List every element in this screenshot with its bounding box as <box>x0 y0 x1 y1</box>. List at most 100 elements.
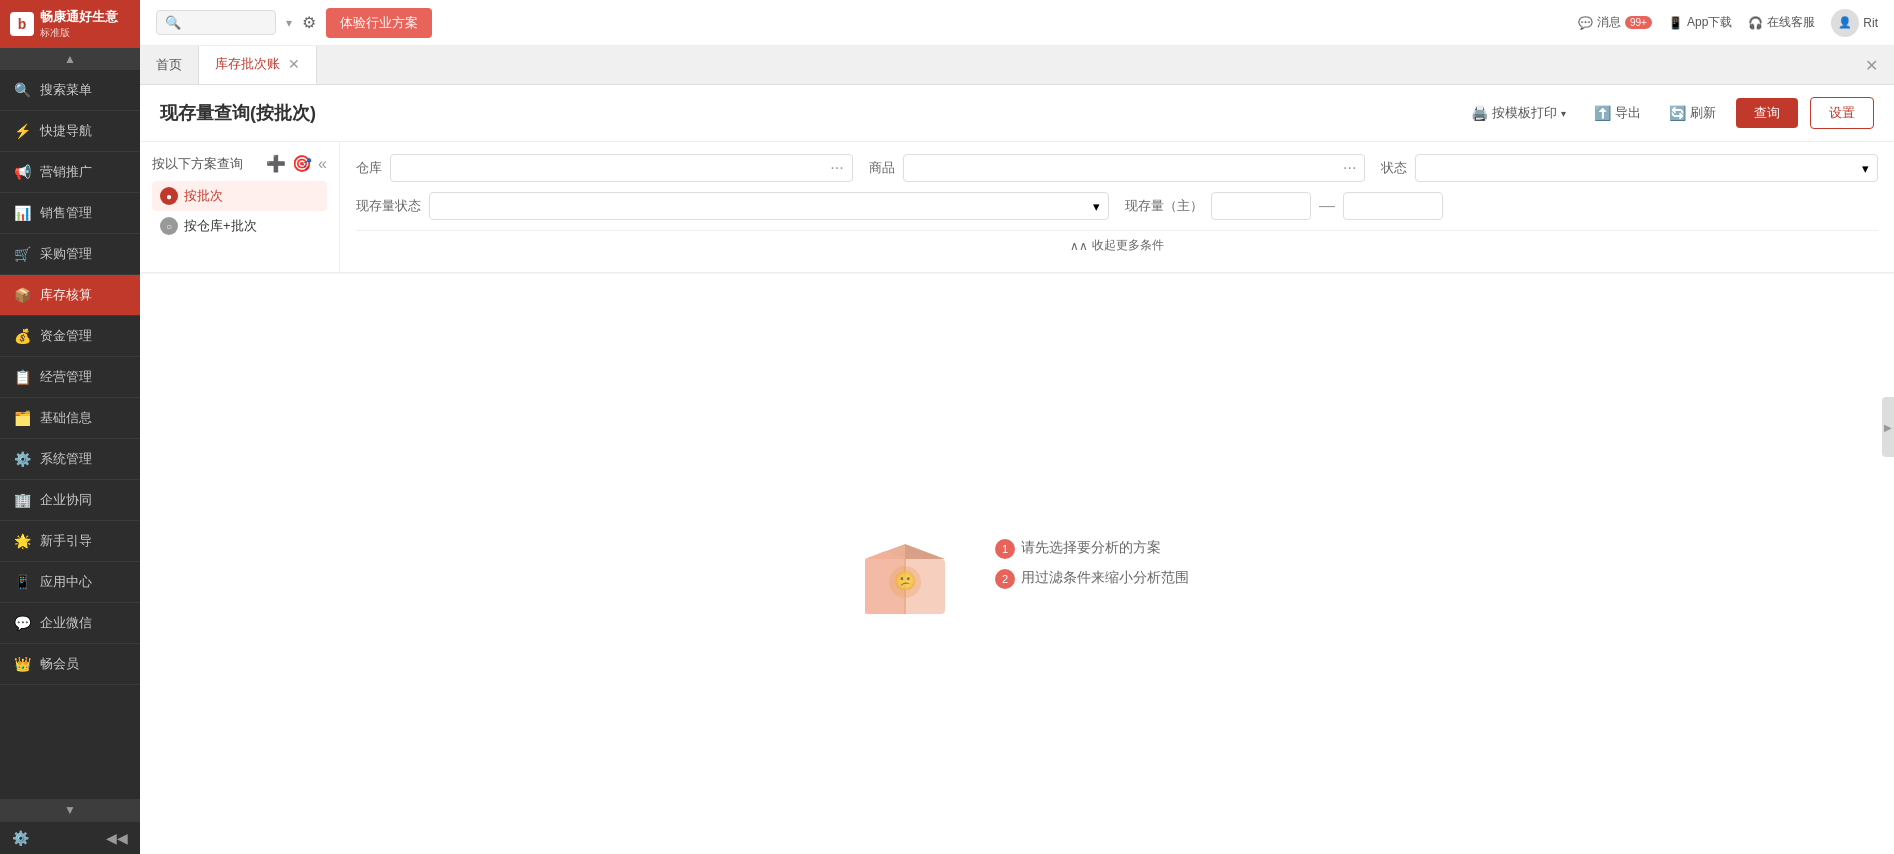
warehouse-input[interactable]: ··· <box>390 154 853 182</box>
sidebar-item-newuser[interactable]: 🌟 新手引导 <box>0 521 140 562</box>
quicknav-icon: ⚡ <box>12 121 32 141</box>
messages-label: 消息 <box>1597 14 1621 31</box>
sidebar-item-quicknav[interactable]: ⚡ 快捷导航 <box>0 111 140 152</box>
sidebar-item-wechat[interactable]: 💬 企业微信 <box>0 603 140 644</box>
wechat-icon: 💬 <box>12 613 32 633</box>
status-chevron-icon: ▾ <box>1862 161 1869 176</box>
scheme-item-warehouse-batch[interactable]: ○ 按仓库+批次 <box>152 211 327 241</box>
sidebar-item-finance[interactable]: 💰 资金管理 <box>0 316 140 357</box>
sidebar: b 畅康通好生意 标准版 ▲ 🔍 搜索菜单 ⚡ 快捷导航 📢 营销推广 📊 销售… <box>0 0 140 854</box>
sidebar-scroll-down[interactable]: ▼ <box>0 799 140 821</box>
system-icon: ⚙️ <box>12 449 32 469</box>
topbar-gear-icon[interactable]: ⚙ <box>302 13 316 32</box>
collapse-left-icon[interactable]: « <box>318 155 327 173</box>
sidebar-item-purchase[interactable]: 🛒 采购管理 <box>0 234 140 275</box>
tab-inventory-batch-label: 库存批次账 <box>215 55 280 73</box>
main-area: 🔍 ▾ ⚙ 体验行业方案 💬 消息 99+ 📱 App下载 🎧 在线客服 👤 R <box>140 0 1894 854</box>
export-icon: ⬆️ <box>1594 105 1611 121</box>
sidebar-item-label-search: 搜索菜单 <box>40 81 92 99</box>
search-input[interactable] <box>185 16 265 30</box>
hint-num-2: 2 <box>995 569 1015 589</box>
finance-icon: 💰 <box>12 326 32 346</box>
print-icon: 🖨️ <box>1471 105 1488 121</box>
query-btn[interactable]: 查询 <box>1736 98 1798 128</box>
settings-icon[interactable]: ⚙️ <box>12 830 29 846</box>
sidebar-item-label-marketing: 营销推广 <box>40 163 92 181</box>
refresh-label: 刷新 <box>1690 104 1716 122</box>
sidebar-item-member[interactable]: 👑 畅会员 <box>0 644 140 685</box>
user-area[interactable]: 👤 Rit <box>1831 9 1878 37</box>
quantity-min-input[interactable] <box>1211 192 1311 220</box>
app-logo: b <box>10 12 34 36</box>
empty-text-area: 1 请先选择要分析的方案 2 用过滤条件来缩小分析范围 <box>995 539 1189 589</box>
add-scheme-icon[interactable]: ➕ <box>266 154 286 173</box>
collapse-label: 收起更多条件 <box>1092 237 1164 254</box>
refresh-icon: 🔄 <box>1669 105 1686 121</box>
product-more-icon[interactable]: ··· <box>1343 159 1356 177</box>
sidebar-item-inventory[interactable]: 📦 库存核算 <box>0 275 140 316</box>
refresh-btn[interactable]: 🔄 刷新 <box>1661 100 1724 126</box>
sidebar-scroll-up[interactable]: ▲ <box>0 48 140 70</box>
print-template-label: 按模板打印 <box>1492 104 1557 122</box>
scheme-label-warehouse-batch: 按仓库+批次 <box>184 217 257 235</box>
export-btn[interactable]: ⬆️ 导出 <box>1586 100 1649 126</box>
app-title-area: 畅康通好生意 标准版 <box>40 8 130 40</box>
settings-btn[interactable]: 设置 <box>1810 97 1874 129</box>
empty-illustration: 😕 <box>845 504 965 624</box>
quantity-max-input[interactable] <box>1343 192 1443 220</box>
tab-inventory-batch[interactable]: 库存批次账 ✕ <box>199 46 317 84</box>
sidebar-item-label-wechat: 企业微信 <box>40 614 92 632</box>
sidebar-item-label-quicknav: 快捷导航 <box>40 122 92 140</box>
sidebar-item-label-basic: 基础信息 <box>40 409 92 427</box>
filter-field-warehouse: 仓库 ··· <box>356 154 853 182</box>
warehouse-more-icon[interactable]: ··· <box>830 159 843 177</box>
filter-panel: 按以下方案查询 ➕ 🎯 « ● 按批次 ○ 按仓库+批次 <box>140 142 1894 273</box>
tab-home[interactable]: 首页 <box>140 46 199 84</box>
filter-field-product: 商品 ··· <box>869 154 1366 182</box>
scheme-settings-icon[interactable]: 🎯 <box>292 154 312 173</box>
topbar-chevron-icon[interactable]: ▾ <box>286 16 292 30</box>
sidebar-item-label-apps: 应用中心 <box>40 573 92 591</box>
sidebar-item-label-inventory: 库存核算 <box>40 286 92 304</box>
scheme-icon-warehouse-batch: ○ <box>160 217 178 235</box>
search-icon: 🔍 <box>12 80 32 100</box>
tab-panel-close-icon[interactable]: ✕ <box>1849 48 1894 83</box>
sidebar-item-apps[interactable]: 📱 应用中心 <box>0 562 140 603</box>
tab-home-label: 首页 <box>156 56 182 74</box>
collapse-more-btn[interactable]: ∧∧ 收起更多条件 <box>356 230 1878 260</box>
messages-btn[interactable]: 💬 消息 99+ <box>1578 14 1652 31</box>
avatar: 👤 <box>1831 9 1859 37</box>
operations-icon: 📋 <box>12 367 32 387</box>
inventory-status-select[interactable]: ▾ <box>429 192 1109 220</box>
topbar-search[interactable]: 🔍 <box>156 10 276 35</box>
tab-close-icon[interactable]: ✕ <box>288 56 300 72</box>
collapse-icon[interactable]: ◀◀ <box>106 830 128 846</box>
status-select[interactable]: ▾ <box>1415 154 1878 182</box>
sidebar-item-marketing[interactable]: 📢 营销推广 <box>0 152 140 193</box>
print-chevron-icon: ▾ <box>1561 108 1566 119</box>
sidebar-item-enterprise[interactable]: 🏢 企业协同 <box>0 480 140 521</box>
product-input[interactable]: ··· <box>903 154 1366 182</box>
filter-field-inventory-status: 现存量状态 ▾ <box>356 192 1109 220</box>
sidebar-item-system[interactable]: ⚙️ 系统管理 <box>0 439 140 480</box>
empty-hint-2: 2 用过滤条件来缩小分析范围 <box>995 569 1189 589</box>
sidebar-item-basic[interactable]: 🗂️ 基础信息 <box>0 398 140 439</box>
sidebar-item-label-purchase: 采购管理 <box>40 245 92 263</box>
sidebar-item-label-sales: 销售管理 <box>40 204 92 222</box>
app-download-btn[interactable]: 📱 App下载 <box>1668 14 1732 31</box>
scheme-item-batch[interactable]: ● 按批次 <box>152 181 327 211</box>
filter-left-header: 按以下方案查询 ➕ 🎯 « <box>152 154 327 173</box>
user-name: Rit <box>1863 16 1878 30</box>
online-service-btn[interactable]: 🎧 在线客服 <box>1748 14 1815 31</box>
sidebar-item-search[interactable]: 🔍 搜索菜单 <box>0 70 140 111</box>
print-template-btn[interactable]: 🖨️ 按模板打印 ▾ <box>1463 100 1574 126</box>
sidebar-footer: ⚙️ ◀◀ <box>0 821 140 854</box>
right-sidebar-toggle[interactable]: ▶ <box>1882 397 1894 457</box>
sidebar-item-operations[interactable]: 📋 经营管理 <box>0 357 140 398</box>
newuser-icon: 🌟 <box>12 531 32 551</box>
experience-btn[interactable]: 体验行业方案 <box>326 8 432 38</box>
purchase-icon: 🛒 <box>12 244 32 264</box>
enterprise-icon: 🏢 <box>12 490 32 510</box>
sidebar-item-sales[interactable]: 📊 销售管理 <box>0 193 140 234</box>
headset-icon: 🎧 <box>1748 16 1763 30</box>
